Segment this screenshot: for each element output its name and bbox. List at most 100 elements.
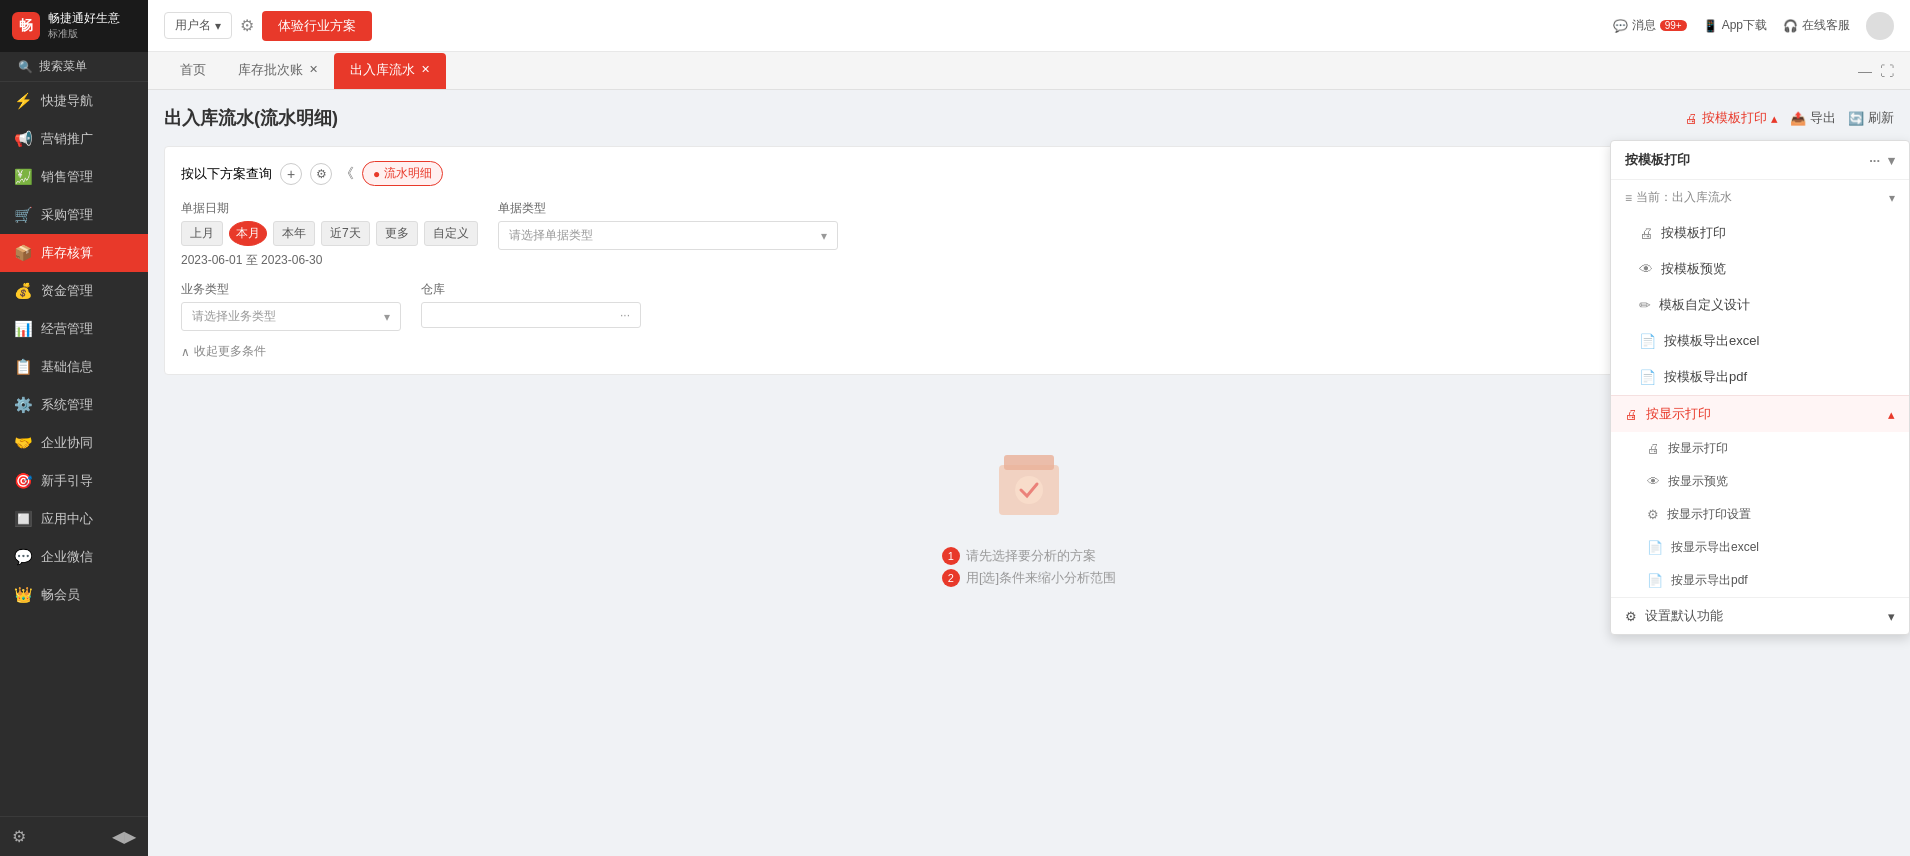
date-btn-7days[interactable]: 近7天	[321, 221, 370, 246]
export-icon: 📤	[1790, 111, 1806, 126]
sidebar-item-label: 新手引导	[41, 472, 93, 490]
dropdown-sub-display-preview[interactable]: 👁 按显示预览	[1611, 465, 1909, 498]
export-label: 导出	[1810, 109, 1836, 127]
refresh-btn[interactable]: 🔄 刷新	[1848, 109, 1894, 127]
warehouse-select[interactable]: ···	[421, 302, 641, 328]
sales-icon: 💹	[14, 168, 33, 186]
sidebar-item-operation[interactable]: 📊 经营管理	[0, 310, 148, 348]
step-text-1: 请先选择要分析的方案	[966, 547, 1096, 565]
display-section-label: 按显示打印	[1646, 405, 1711, 423]
display-section-icon: 🖨	[1625, 407, 1638, 422]
settings-footer-icon[interactable]: ⚙	[12, 827, 26, 846]
svg-point-2	[1015, 476, 1043, 504]
topbar-settings-icon[interactable]: ⚙	[240, 16, 254, 35]
filter-tag: ● 流水明细	[362, 161, 443, 186]
date-btn-more[interactable]: 更多	[376, 221, 418, 246]
sidebar-item-label: 营销推广	[41, 130, 93, 148]
dropdown-item-template-print[interactable]: 🖨 按模板打印	[1611, 215, 1909, 251]
printer-icon-1: 🖨	[1639, 225, 1653, 241]
dropdown-item-template-custom[interactable]: ✏ 模板自定义设计	[1611, 287, 1909, 323]
empty-step-1: 1 请先选择要分析的方案	[942, 547, 1116, 565]
preview-icon-2: 👁	[1647, 474, 1660, 489]
biz-type-select[interactable]: 请选择业务类型 ▾	[181, 302, 401, 331]
message-icon: 💬	[1613, 19, 1628, 33]
app-download-btn[interactable]: 📱 App下载	[1703, 17, 1767, 34]
sidebar-item-quick-nav[interactable]: ⚡ 快捷导航	[0, 82, 148, 120]
print-template-btn[interactable]: 🖨 按模板打印 ▴	[1685, 109, 1778, 127]
sidebar-search[interactable]: 🔍 搜索菜单	[0, 52, 148, 82]
dropdown-title: 按模板打印	[1625, 151, 1690, 169]
dropdown-sub-display-excel[interactable]: 📄 按显示导出excel	[1611, 531, 1909, 564]
sidebar-item-collab[interactable]: 🤝 企业协同	[0, 424, 148, 462]
tab-maximize-icon[interactable]: ⛶	[1880, 63, 1894, 79]
sidebar-item-member[interactable]: 👑 畅会员	[0, 576, 148, 614]
display-print-label: 按显示打印	[1668, 440, 1728, 457]
template-print-label: 按模板打印	[1661, 224, 1726, 242]
date-btn-last-month[interactable]: 上月	[181, 221, 223, 246]
sidebar-item-inventory[interactable]: 📦 库存核算	[0, 234, 148, 272]
dropdown-sub-display-print[interactable]: 🖨 按显示打印	[1611, 432, 1909, 465]
svg-rect-1	[1004, 455, 1054, 470]
date-btn-this-year[interactable]: 本年	[273, 221, 315, 246]
dropdown-chevron-up[interactable]: ▾	[1888, 153, 1895, 168]
tab-flow-close-icon[interactable]: ✕	[421, 63, 430, 76]
dropdown-item-template-preview[interactable]: 👁 按模板预览	[1611, 251, 1909, 287]
empty-illustration	[979, 435, 1079, 535]
tab-batch-close-icon[interactable]: ✕	[309, 63, 318, 76]
user-selector[interactable]: 用户名 ▾	[164, 12, 232, 39]
sidebar-item-label: 资金管理	[41, 282, 93, 300]
filter-collapse-btn[interactable]: 《	[340, 165, 354, 183]
refresh-icon: 🔄	[1848, 111, 1864, 126]
dropdown-sub-display-settings[interactable]: ⚙ 按显示打印设置	[1611, 498, 1909, 531]
tab-home[interactable]: 首页	[164, 53, 222, 89]
sidebar-item-guide[interactable]: 🎯 新手引导	[0, 462, 148, 500]
search-label: 搜索菜单	[39, 58, 87, 75]
export-btn[interactable]: 📤 导出	[1790, 109, 1836, 127]
template-pdf-label: 按模板导出pdf	[1664, 368, 1747, 386]
filter-add-btn[interactable]: +	[280, 163, 302, 185]
tab-flow[interactable]: 出入库流水 ✕	[334, 53, 446, 89]
message-badge: 99+	[1660, 20, 1687, 31]
message-btn[interactable]: 💬 消息 99+	[1613, 17, 1687, 34]
date-btn-custom[interactable]: 自定义	[424, 221, 478, 246]
sidebar-item-finance[interactable]: 💰 资金管理	[0, 272, 148, 310]
display-section-header[interactable]: 🖨 按显示打印 ▴	[1611, 395, 1909, 432]
template-excel-label: 按模板导出excel	[1664, 332, 1759, 350]
biz-type-dropdown-icon: ▾	[384, 310, 390, 324]
page-title: 出入库流水(流水明细)	[164, 106, 338, 130]
dropdown-item-template-excel[interactable]: 📄 按模板导出excel	[1611, 323, 1909, 359]
user-avatar[interactable]	[1866, 12, 1894, 40]
tab-minimize-icon[interactable]: —	[1858, 63, 1872, 79]
doc-type-select[interactable]: 请选择单据类型 ▾	[498, 221, 838, 250]
sidebar-item-system[interactable]: ⚙️ 系统管理	[0, 386, 148, 424]
printer-icon-2: 🖨	[1647, 441, 1660, 456]
filter-title: 按以下方案查询	[181, 165, 272, 183]
sidebar-item-basic[interactable]: 📋 基础信息	[0, 348, 148, 386]
filter-settings-btn[interactable]: ⚙	[310, 163, 332, 185]
sidebar-item-app-center[interactable]: 🔲 应用中心	[0, 500, 148, 538]
print-dropdown-arrow: ▴	[1771, 111, 1778, 126]
sidebar-item-sales[interactable]: 💹 销售管理	[0, 158, 148, 196]
doc-type-filter-group: 单据类型 请选择单据类型 ▾	[498, 200, 838, 250]
pdf-icon-1: 📄	[1639, 369, 1656, 385]
dropdown-ellipsis[interactable]: ···	[1869, 153, 1880, 168]
sidebar-item-wechat[interactable]: 💬 企业微信	[0, 538, 148, 576]
pdf-icon-2: 📄	[1647, 573, 1663, 588]
sidebar-item-purchase[interactable]: 🛒 采购管理	[0, 196, 148, 234]
preview-icon-1: 👁	[1639, 261, 1653, 277]
sidebar-item-marketing[interactable]: 📢 营销推广	[0, 120, 148, 158]
trial-btn[interactable]: 体验行业方案	[262, 11, 372, 41]
dropdown-item-template-pdf[interactable]: 📄 按模板导出pdf	[1611, 359, 1909, 395]
dropdown-sub-display-pdf[interactable]: 📄 按显示导出pdf	[1611, 564, 1909, 597]
collapse-sidebar-icon[interactable]: ◀▶	[112, 827, 136, 846]
dropdown-footer[interactable]: ⚙ 设置默认功能 ▾	[1611, 597, 1909, 634]
system-icon: ⚙️	[14, 396, 33, 414]
empty-step-2: 2 用[选]条件来缩小分析范围	[942, 569, 1116, 587]
tab-batch-account[interactable]: 库存批次账 ✕	[222, 53, 334, 89]
online-service-btn[interactable]: 🎧 在线客服	[1783, 17, 1850, 34]
doc-type-placeholder: 请选择单据类型	[509, 227, 593, 244]
topbar-right: 💬 消息 99+ 📱 App下载 🎧 在线客服	[1613, 12, 1894, 40]
date-btn-this-month[interactable]: 本月	[229, 221, 267, 246]
current-tag-label: 当前：出入库流水	[1636, 189, 1732, 206]
phone-icon: 📱	[1703, 19, 1718, 33]
